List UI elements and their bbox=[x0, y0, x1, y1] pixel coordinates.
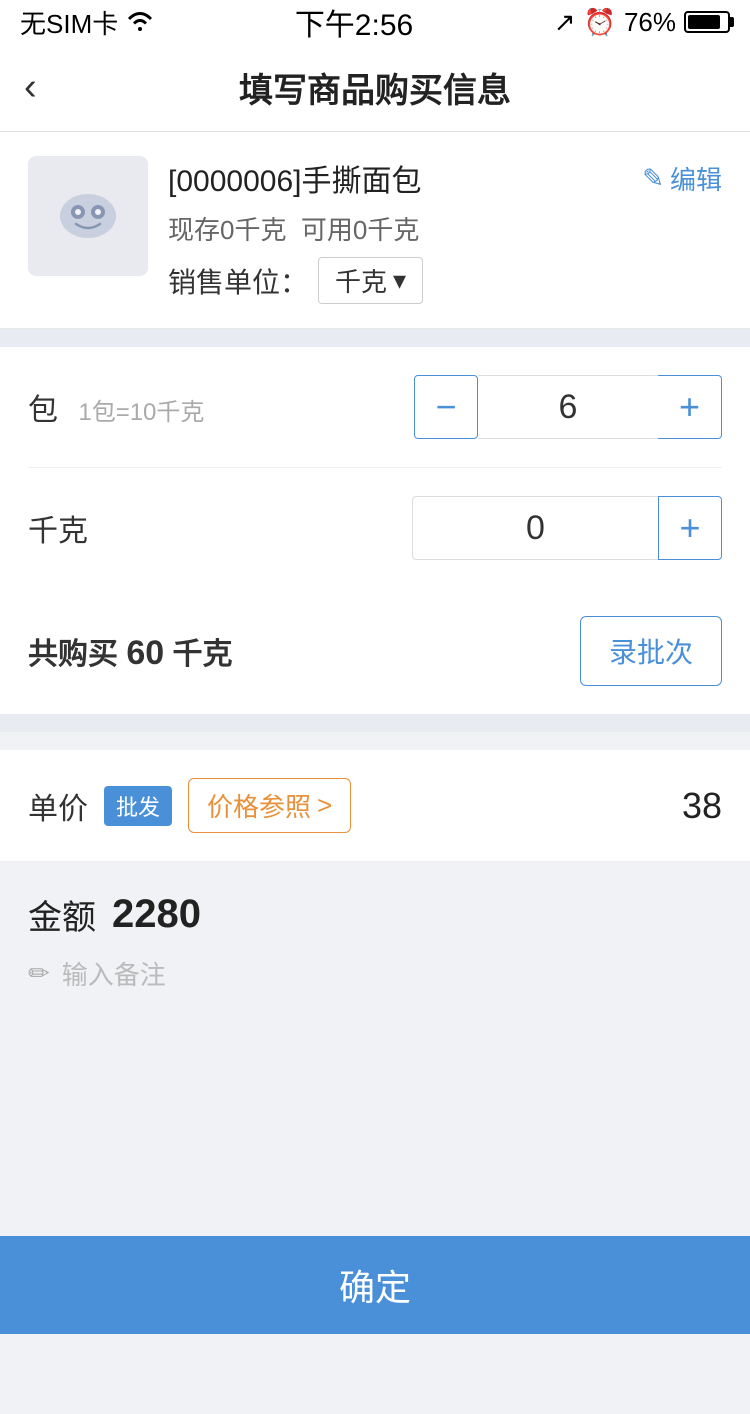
battery-icon bbox=[684, 11, 730, 33]
price-label: 单价 bbox=[28, 784, 88, 828]
product-thumbnail bbox=[28, 156, 148, 276]
confirm-button[interactable]: 确定 bbox=[339, 1259, 411, 1311]
unit-selector[interactable]: 千克 ▾ bbox=[318, 257, 423, 304]
price-tag: 批发 bbox=[104, 786, 172, 826]
amount-value: 2280 bbox=[112, 892, 201, 937]
kg-plus-button[interactable]: + bbox=[658, 496, 722, 560]
total-label: 共购买 60 千克 bbox=[28, 629, 233, 673]
product-name: [0000006]手撕面包 bbox=[168, 156, 722, 200]
confirm-bar[interactable]: 确定 bbox=[0, 1236, 750, 1334]
price-value: 38 bbox=[682, 785, 722, 827]
note-icon: ✏ bbox=[28, 958, 50, 989]
section-divider-2 bbox=[0, 714, 750, 732]
bag-hint: 1包=10千克 bbox=[78, 399, 204, 426]
product-stock: 现存0千克 可用0千克 bbox=[168, 210, 722, 247]
note-row[interactable]: ✏ 输入备注 bbox=[28, 955, 722, 1004]
status-right: ↗ ⏰ 76% bbox=[554, 7, 730, 38]
amount-label: 金额 bbox=[28, 890, 96, 939]
page-title: 填写商品购买信息 bbox=[239, 63, 511, 112]
alarm-icon: ⏰ bbox=[584, 7, 616, 38]
battery-percent: 76% bbox=[624, 7, 676, 38]
back-button[interactable]: ‹ bbox=[24, 66, 37, 109]
kg-label: 千克 bbox=[28, 506, 412, 550]
batch-button[interactable]: 录批次 bbox=[580, 616, 722, 686]
edit-icon: ✎ bbox=[642, 163, 664, 194]
product-card: [0000006]手撕面包 现存0千克 可用0千克 销售单位： 千克 ▾ ✎ 编… bbox=[0, 132, 750, 329]
price-ref-button[interactable]: 价格参照 > bbox=[188, 778, 351, 833]
bag-qty-input[interactable] bbox=[478, 375, 658, 439]
section-divider-1 bbox=[0, 329, 750, 347]
bag-label: 包 1包=10千克 bbox=[28, 385, 414, 429]
total-row: 共购买 60 千克 录批次 bbox=[0, 588, 750, 714]
kg-input-row: 千克 + bbox=[28, 468, 722, 588]
status-time: 下午2:56 bbox=[295, 0, 413, 44]
product-info: [0000006]手撕面包 现存0千克 可用0千克 销售单位： 千克 ▾ bbox=[168, 156, 722, 304]
product-unit-row: 销售单位： 千克 ▾ bbox=[168, 257, 722, 304]
location-icon: ↗ bbox=[554, 7, 576, 38]
status-left: 无SIM卡 bbox=[20, 4, 154, 41]
input-section: 包 1包=10千克 − + 千克 + bbox=[0, 347, 750, 588]
note-placeholder: 输入备注 bbox=[62, 955, 166, 992]
unit-label: 销售单位： bbox=[168, 261, 308, 301]
carrier-label: 无SIM卡 bbox=[20, 4, 118, 41]
edit-button[interactable]: ✎ 编辑 bbox=[642, 160, 722, 197]
bag-plus-button[interactable]: + bbox=[658, 375, 722, 439]
price-section: 单价 批发 价格参照 > 38 bbox=[0, 750, 750, 862]
bag-qty-control: − + bbox=[414, 375, 722, 439]
nav-bar: ‹ 填写商品购买信息 bbox=[0, 44, 750, 132]
status-bar: 无SIM卡 下午2:56 ↗ ⏰ 76% bbox=[0, 0, 750, 44]
kg-qty-input[interactable] bbox=[412, 496, 658, 560]
amount-row: 金额 2280 bbox=[28, 890, 722, 939]
kg-qty-control: + bbox=[412, 496, 722, 560]
wifi-icon bbox=[126, 7, 154, 38]
bag-input-row: 包 1包=10千克 − + bbox=[28, 347, 722, 468]
amount-section: 金额 2280 ✏ 输入备注 bbox=[0, 862, 750, 1016]
bag-minus-button[interactable]: − bbox=[414, 375, 478, 439]
